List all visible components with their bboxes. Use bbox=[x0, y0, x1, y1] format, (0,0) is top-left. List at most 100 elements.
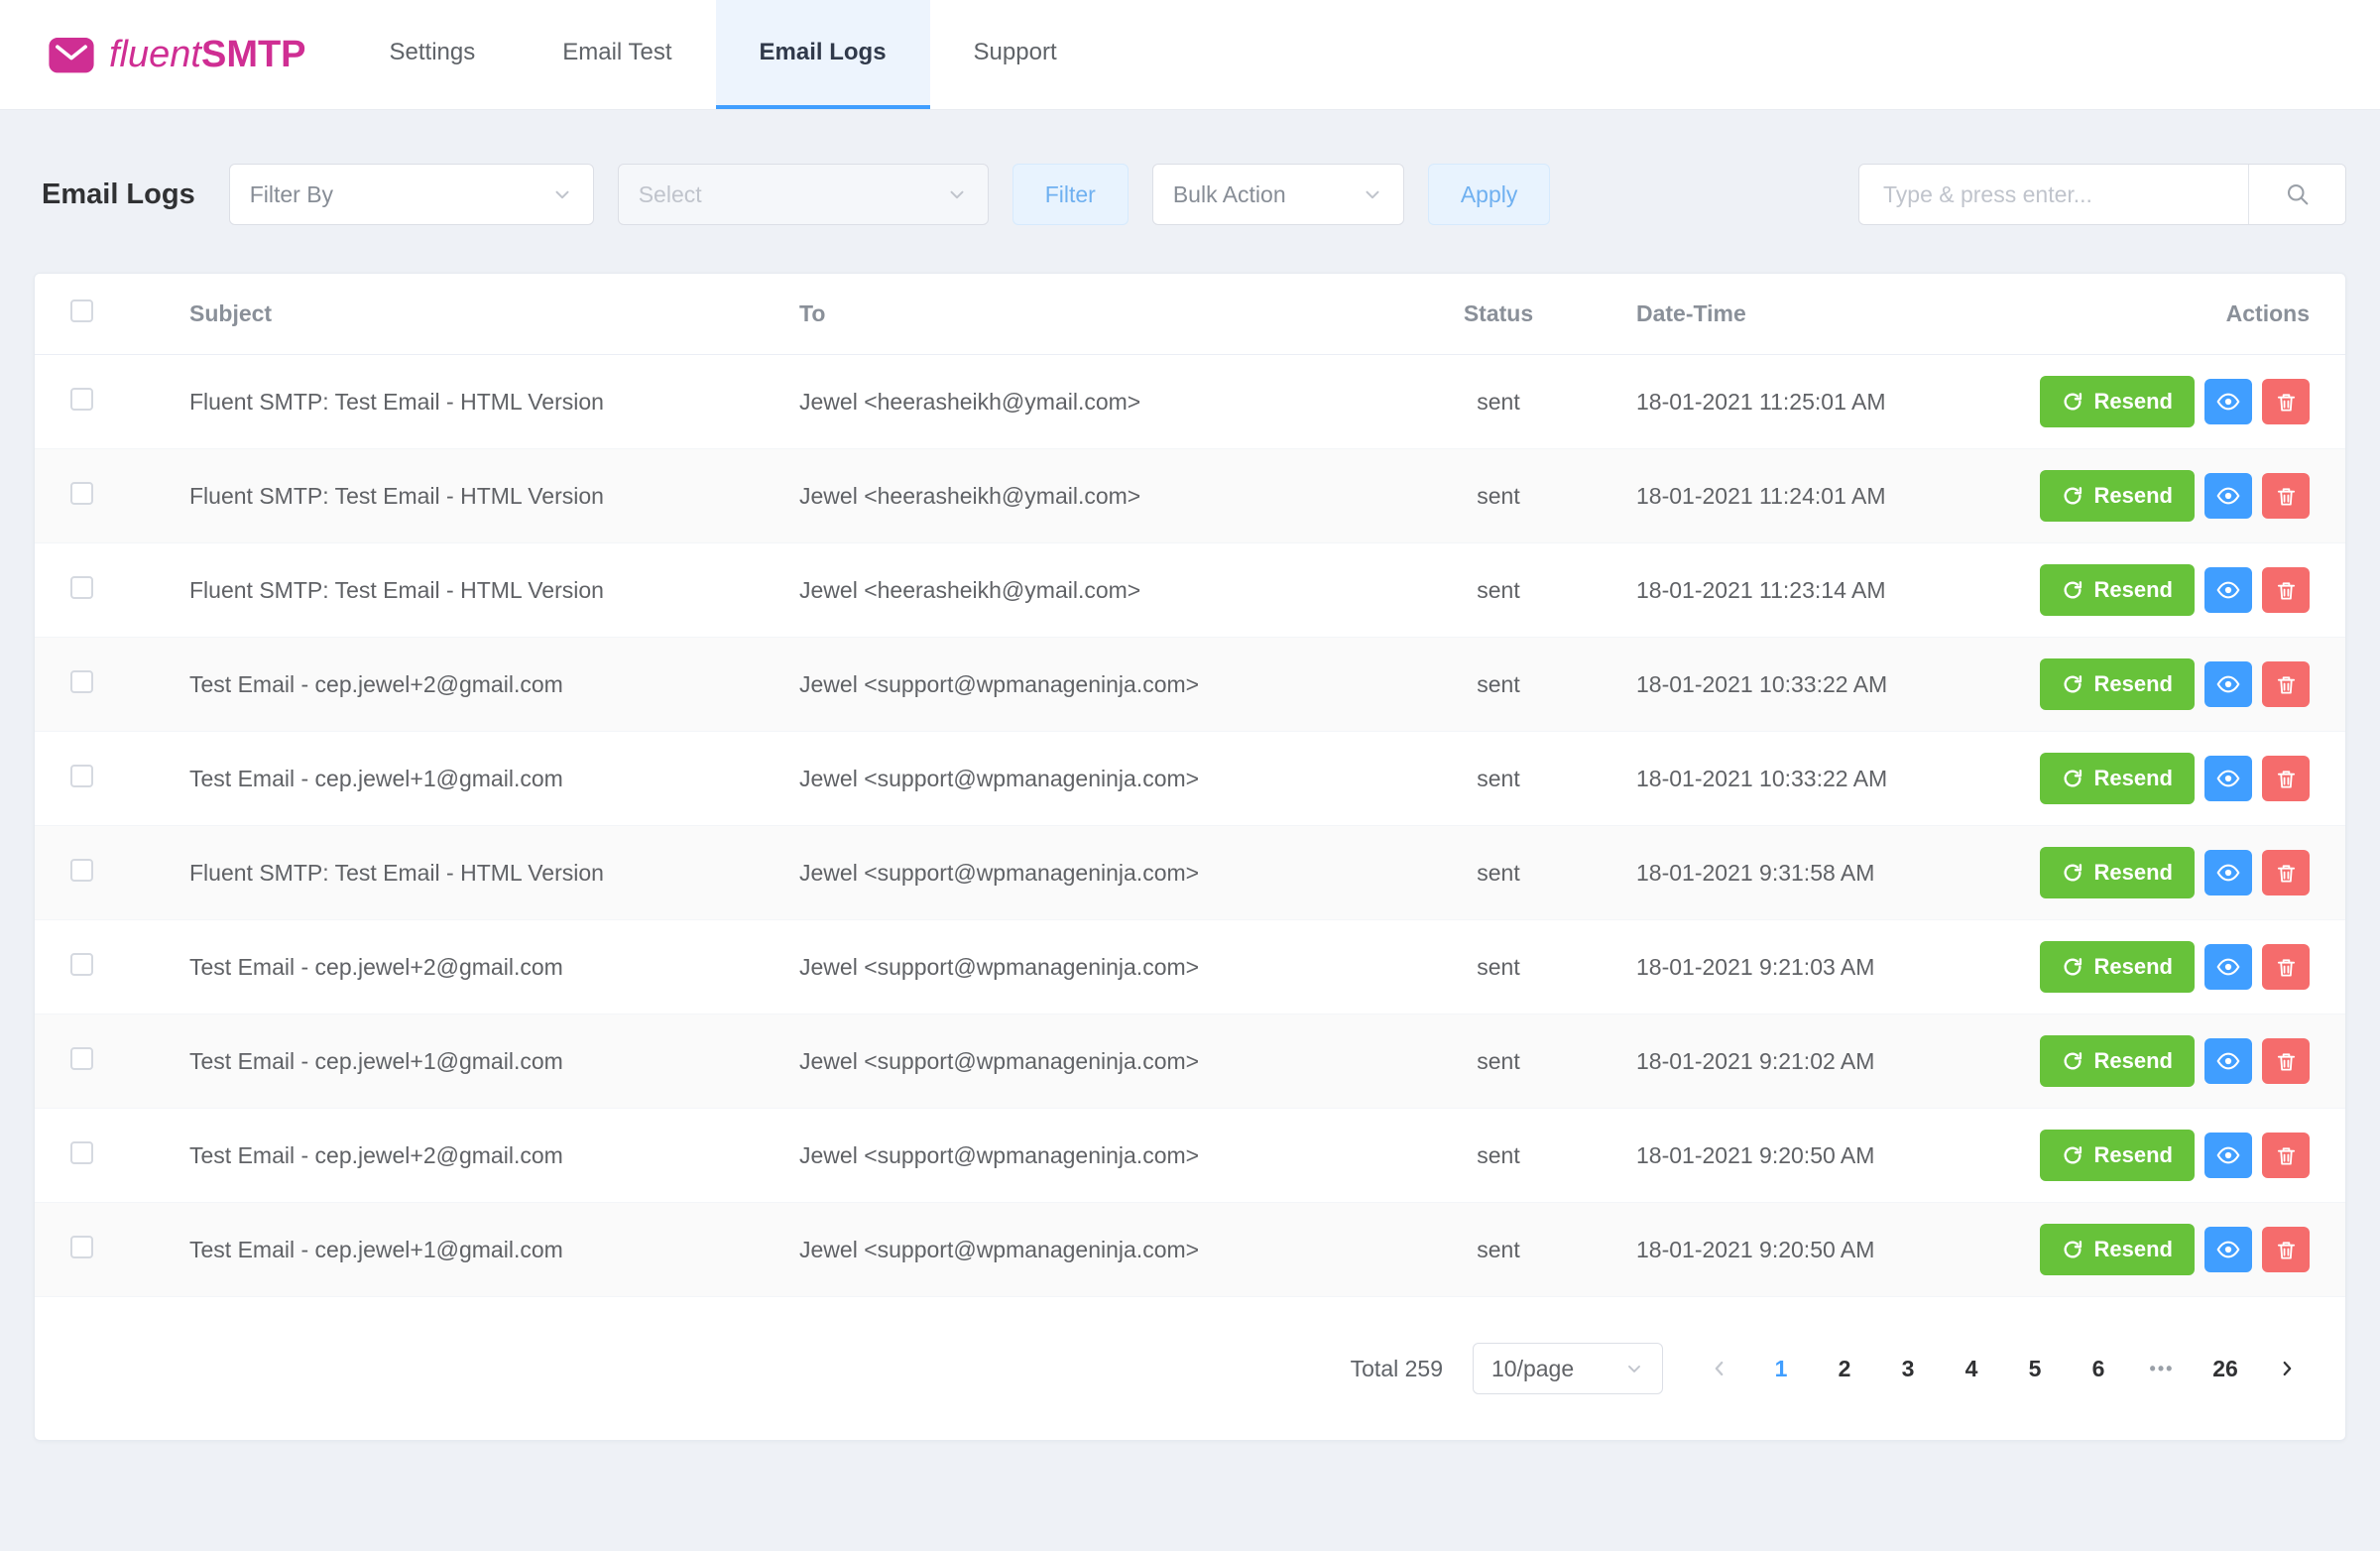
resend-button[interactable]: Resend bbox=[2039, 941, 2195, 993]
page-button[interactable]: 26 bbox=[2201, 1344, 2250, 1393]
resend-button[interactable]: Resend bbox=[2039, 753, 2195, 804]
resend-button[interactable]: Resend bbox=[2039, 1130, 2195, 1181]
row-actions: Resend bbox=[2019, 753, 2310, 804]
table-row: Test Email - cep.jewel+2@gmail.com Jewel… bbox=[35, 920, 2345, 1014]
prev-page-button[interactable] bbox=[1697, 1346, 1742, 1391]
search-input[interactable] bbox=[1859, 165, 2248, 224]
more-pages-button[interactable]: ••• bbox=[2137, 1344, 2187, 1393]
chevron-down-icon bbox=[1366, 190, 1379, 199]
filter-value-select[interactable]: Select bbox=[617, 164, 989, 225]
email-status: sent bbox=[1477, 1141, 1520, 1168]
resend-button[interactable]: Resend bbox=[2039, 376, 2195, 427]
row-checkbox[interactable] bbox=[70, 1140, 93, 1164]
resend-button[interactable]: Resend bbox=[2039, 658, 2195, 710]
view-button[interactable] bbox=[2204, 1038, 2252, 1084]
email-subject: Fluent SMTP: Test Email - HTML Version bbox=[189, 576, 604, 603]
email-status: sent bbox=[1477, 388, 1520, 415]
total-count: Total 259 bbox=[1350, 1355, 1443, 1381]
row-checkbox[interactable] bbox=[70, 764, 93, 787]
view-button[interactable] bbox=[2204, 756, 2252, 801]
email-datetime: 18-01-2021 9:21:02 AM bbox=[1636, 1047, 1875, 1074]
trash-icon bbox=[2277, 487, 2295, 506]
tab-settings[interactable]: Settings bbox=[346, 0, 520, 109]
delete-button[interactable] bbox=[2262, 1133, 2310, 1178]
resend-button[interactable]: Resend bbox=[2039, 1224, 2195, 1275]
page-button[interactable]: 5 bbox=[2010, 1344, 2060, 1393]
search-button[interactable] bbox=[2248, 165, 2345, 224]
view-button[interactable] bbox=[2204, 661, 2252, 707]
email-subject: Test Email - cep.jewel+1@gmail.com bbox=[189, 1236, 563, 1262]
page-button[interactable]: 4 bbox=[1947, 1344, 1996, 1393]
resend-button[interactable]: Resend bbox=[2039, 847, 2195, 898]
resend-button[interactable]: Resend bbox=[2039, 1035, 2195, 1087]
row-checkbox-cell bbox=[70, 669, 189, 699]
page-button-active[interactable]: 1 bbox=[1756, 1344, 1806, 1393]
row-checkbox[interactable] bbox=[70, 858, 93, 882]
email-status: sent bbox=[1477, 670, 1520, 697]
tab-email-logs[interactable]: Email Logs bbox=[715, 0, 930, 109]
delete-button[interactable] bbox=[2262, 567, 2310, 613]
bulk-action-select[interactable]: Bulk Action bbox=[1151, 164, 1404, 225]
delete-button[interactable] bbox=[2262, 1227, 2310, 1272]
row-checkbox[interactable] bbox=[70, 669, 93, 693]
delete-button[interactable] bbox=[2262, 756, 2310, 801]
page-button[interactable]: 6 bbox=[2074, 1344, 2123, 1393]
column-header-to: To bbox=[799, 300, 826, 326]
next-page-button[interactable] bbox=[2264, 1346, 2310, 1391]
tab-support[interactable]: Support bbox=[930, 0, 1101, 109]
brand-logo: fluentSMTP bbox=[48, 0, 306, 109]
trash-icon bbox=[2277, 770, 2295, 788]
page-button[interactable]: 2 bbox=[1820, 1344, 1869, 1393]
select-all-checkbox[interactable] bbox=[70, 299, 93, 322]
delete-button[interactable] bbox=[2262, 473, 2310, 519]
row-checkbox[interactable] bbox=[70, 952, 93, 976]
delete-button[interactable] bbox=[2262, 661, 2310, 707]
view-button[interactable] bbox=[2204, 379, 2252, 424]
delete-button[interactable] bbox=[2262, 944, 2310, 990]
row-checkbox[interactable] bbox=[70, 481, 93, 505]
row-checkbox[interactable] bbox=[70, 387, 93, 411]
row-checkbox[interactable] bbox=[70, 1046, 93, 1070]
view-button[interactable] bbox=[2204, 944, 2252, 990]
column-header-datetime: Date-Time bbox=[1636, 300, 1746, 326]
view-button[interactable] bbox=[2204, 473, 2252, 519]
refresh-icon bbox=[2064, 864, 2082, 882]
row-checkbox[interactable] bbox=[70, 575, 93, 599]
email-recipient: Jewel <support@wpmanageninja.com> bbox=[799, 1047, 1200, 1074]
page-button[interactable]: 3 bbox=[1883, 1344, 1933, 1393]
row-checkbox-cell bbox=[70, 764, 189, 793]
chevron-right-icon bbox=[2283, 1361, 2292, 1376]
view-button[interactable] bbox=[2204, 1133, 2252, 1178]
bulk-action-placeholder: Bulk Action bbox=[1172, 180, 1286, 207]
delete-button[interactable] bbox=[2262, 1038, 2310, 1084]
email-status: sent bbox=[1477, 576, 1520, 603]
email-recipient: Jewel <support@wpmanageninja.com> bbox=[799, 765, 1200, 791]
view-button[interactable] bbox=[2204, 567, 2252, 613]
tab-email-test[interactable]: Email Test bbox=[519, 0, 715, 109]
view-button[interactable] bbox=[2204, 850, 2252, 895]
resend-button[interactable]: Resend bbox=[2039, 564, 2195, 616]
apply-button[interactable]: Apply bbox=[1427, 164, 1551, 225]
resend-label: Resend bbox=[2093, 1048, 2173, 1073]
select-all-cell bbox=[70, 299, 189, 328]
delete-button[interactable] bbox=[2262, 850, 2310, 895]
email-status: sent bbox=[1477, 859, 1520, 886]
filter-button[interactable]: Filter bbox=[1012, 164, 1129, 225]
delete-button[interactable] bbox=[2262, 379, 2310, 424]
nav-tabs: Settings Email Test Email Logs Support bbox=[346, 0, 1101, 109]
page-size-select[interactable]: 10/page bbox=[1473, 1343, 1663, 1394]
email-datetime: 18-01-2021 9:20:50 AM bbox=[1636, 1141, 1875, 1168]
email-recipient: Jewel <heerasheikh@ymail.com> bbox=[799, 482, 1141, 509]
email-datetime: 18-01-2021 9:21:03 AM bbox=[1636, 953, 1875, 980]
view-button[interactable] bbox=[2204, 1227, 2252, 1272]
column-header-status: Status bbox=[1463, 300, 1534, 326]
trash-icon bbox=[2277, 864, 2295, 883]
filter-by-select[interactable]: Filter By bbox=[228, 164, 594, 225]
resend-label: Resend bbox=[2093, 860, 2173, 885]
resend-button[interactable]: Resend bbox=[2039, 470, 2195, 522]
page-title: Email Logs bbox=[42, 178, 195, 210]
resend-label: Resend bbox=[2093, 577, 2173, 602]
row-checkbox[interactable] bbox=[70, 1235, 93, 1258]
page-list: 1 2 3 4 5 6 ••• 26 bbox=[1756, 1344, 2250, 1393]
chevron-down-icon bbox=[1628, 1366, 1640, 1372]
